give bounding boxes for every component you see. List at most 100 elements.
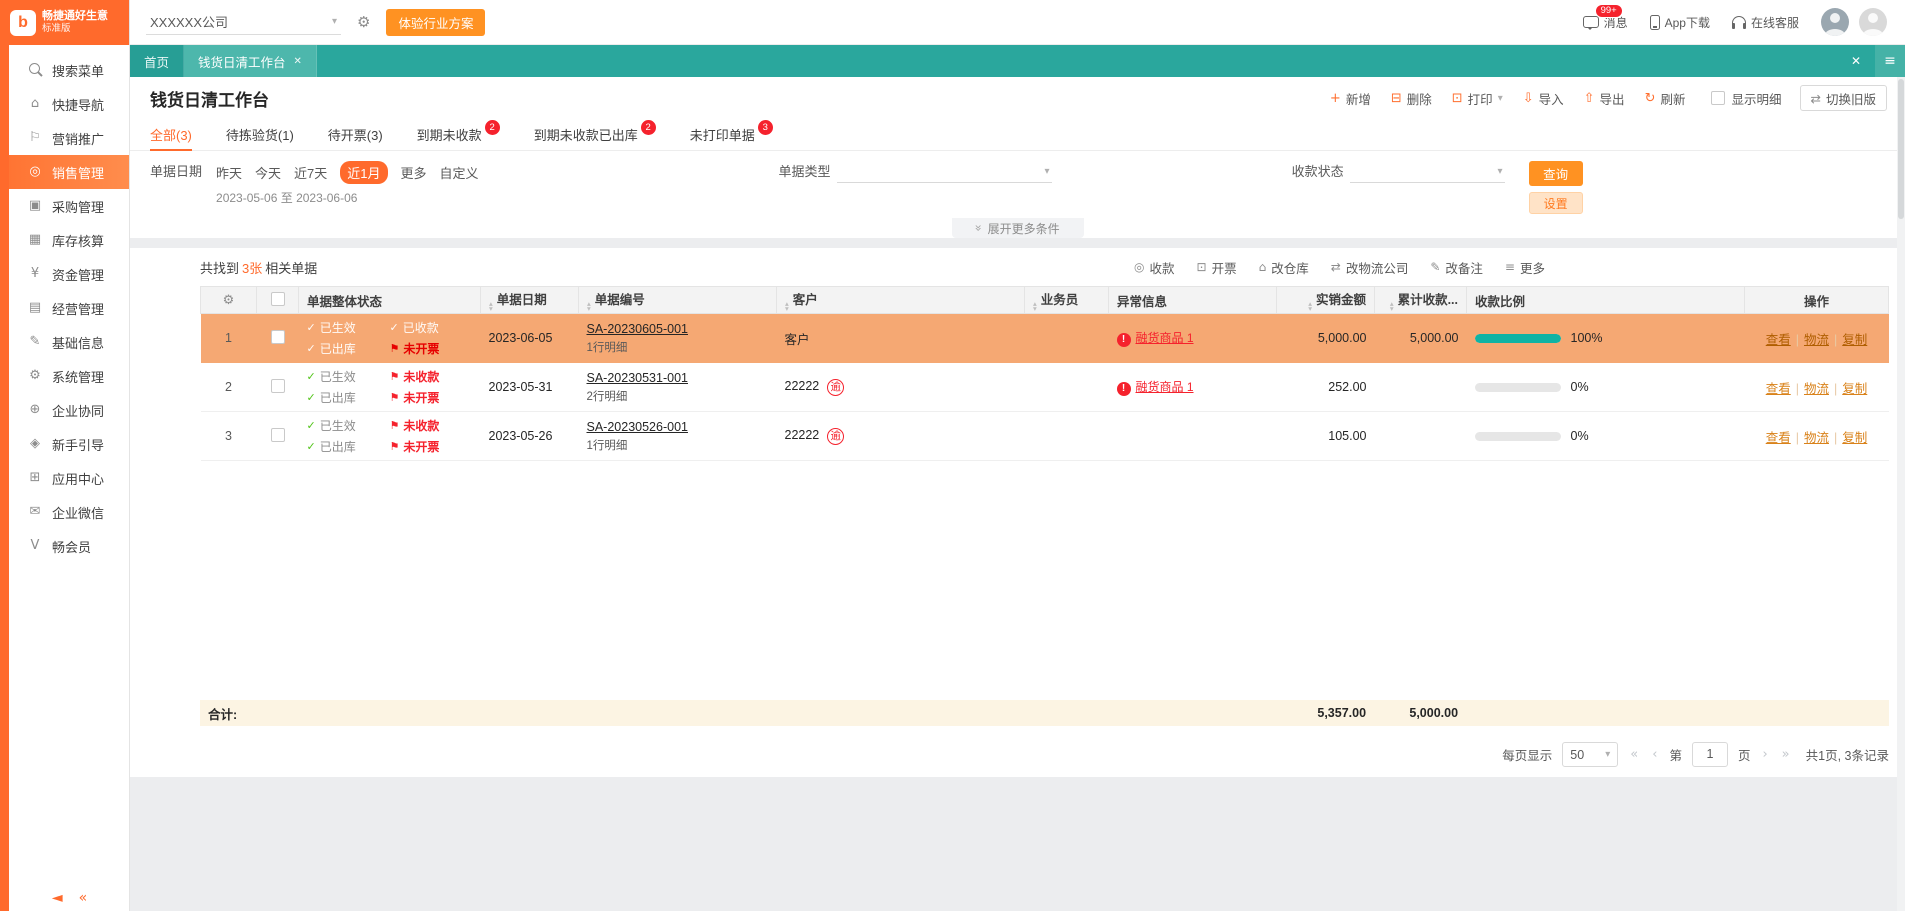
invoice-action[interactable]: ⊡开票 xyxy=(1197,258,1237,277)
select-all-checkbox[interactable] xyxy=(271,292,285,306)
doc-number-link[interactable]: SA-20230605-001 xyxy=(587,322,688,336)
payment-status-select[interactable]: ▾ xyxy=(1350,161,1505,183)
sidebar-item-14[interactable]: V畅会员 xyxy=(0,529,129,563)
row-checkbox[interactable] xyxy=(271,379,285,393)
sidebar-item-7[interactable]: ▤经营管理 xyxy=(0,291,129,325)
table-row-2[interactable]: 2✓已生效⚑未收款✓已出库⚑未开票2023-05-31SA-20230531-0… xyxy=(201,363,1889,412)
plus-button[interactable]: +新增 xyxy=(1330,89,1371,108)
flag-icon: ⚑ xyxy=(390,440,400,453)
secondary-avatar[interactable] xyxy=(1859,8,1887,36)
sidebar-item-12[interactable]: ⊞应用中心 xyxy=(0,461,129,495)
workspace-tab-0[interactable]: 首页 xyxy=(130,45,184,77)
printer-button[interactable]: ⊡打印▾ xyxy=(1452,89,1503,108)
sidebar-item-8[interactable]: ✎基础信息 xyxy=(0,325,129,359)
doc-number-link[interactable]: SA-20230526-001 xyxy=(587,420,688,434)
warehouse-action[interactable]: ⌂改仓库 xyxy=(1259,258,1309,277)
sidebar-item-1[interactable]: ⌂快捷导航 xyxy=(0,87,129,121)
announcement-icon[interactable]: ◄ xyxy=(52,890,63,906)
app-logo[interactable]: b 畅捷通好生意 标准版 xyxy=(0,0,129,45)
receive-action[interactable]: ◎收款 xyxy=(1134,258,1175,277)
date-option-4[interactable]: 更多 xyxy=(401,163,427,182)
row-checkbox[interactable] xyxy=(271,330,285,344)
show-detail-checkbox[interactable] xyxy=(1711,91,1725,105)
status-tab-4[interactable]: 到期未收款已出库2 xyxy=(534,119,656,150)
sidebar-item-0[interactable]: 搜索菜单 xyxy=(0,53,129,87)
user-avatar[interactable] xyxy=(1821,8,1849,36)
refresh-button[interactable]: ↻刷新 xyxy=(1645,89,1686,108)
online-service-button[interactable]: 在线客服 xyxy=(1732,14,1799,31)
table-settings-header[interactable]: ⚙ xyxy=(201,287,257,314)
row-action-1[interactable]: 物流 xyxy=(1804,333,1829,347)
abnormal-link[interactable]: 融货商品 1 xyxy=(1136,331,1194,345)
table-row-3[interactable]: 3✓已生效⚑未收款✓已出库⚑未开票2023-05-26SA-20230526-0… xyxy=(201,412,1889,461)
date-option-3[interactable]: 近1月 xyxy=(340,161,387,184)
row-action-0[interactable]: 查看 xyxy=(1766,382,1791,396)
date-option-1[interactable]: 今天 xyxy=(255,163,281,182)
column-header-3[interactable]: ▴▾客户 xyxy=(777,287,1025,314)
settings-button[interactable]: 设置 xyxy=(1529,192,1583,214)
doc-type-select[interactable]: ▾ xyxy=(837,161,1052,183)
row-action-2[interactable]: 复制 xyxy=(1842,382,1867,396)
row-checkbox[interactable] xyxy=(271,428,285,442)
row-action-2[interactable]: 复制 xyxy=(1842,333,1867,347)
sidebar-item-10[interactable]: ⊕企业协同 xyxy=(0,393,129,427)
company-selector[interactable]: XXXXXX公司 ▾ xyxy=(146,9,341,35)
date-option-2[interactable]: 近7天 xyxy=(294,163,327,182)
app-download-button[interactable]: App下载 xyxy=(1650,14,1710,31)
sidebar-item-3[interactable]: ◎销售管理 xyxy=(9,155,129,189)
gear-icon[interactable]: ⚙ xyxy=(357,13,370,31)
switch-old-version-button[interactable]: ⇄ 切换旧版 xyxy=(1800,85,1888,111)
more-action[interactable]: ≡更多 xyxy=(1505,258,1545,277)
status-tab-3[interactable]: 到期未收款2 xyxy=(417,119,500,150)
close-all-tabs-icon[interactable]: ✕ xyxy=(1837,54,1875,68)
close-tab-icon[interactable]: ✕ xyxy=(294,56,302,67)
import-button[interactable]: ⇩导入 xyxy=(1523,89,1564,108)
workspace-tab-1[interactable]: 钱货日清工作台✕ xyxy=(184,45,317,77)
per-page-select[interactable]: 50 ▾ xyxy=(1562,742,1618,767)
sidebar-item-9[interactable]: ⚙系统管理 xyxy=(0,359,129,393)
messages-button[interactable]: 消息 99+ xyxy=(1583,14,1628,31)
status-tab-5[interactable]: 未打印单据3 xyxy=(690,119,773,150)
note-action[interactable]: ✎改备注 xyxy=(1430,258,1483,277)
column-header-2[interactable]: ▴▾单据编号 xyxy=(579,287,777,314)
column-header-7[interactable]: ▴▾累计收款... xyxy=(1375,287,1467,314)
sidebar-item-11[interactable]: ◈新手引导 xyxy=(0,427,129,461)
sidebar-item-5[interactable]: ▦库存核算 xyxy=(0,223,129,257)
column-header-4[interactable]: ▴▾业务员 xyxy=(1025,287,1109,314)
next-page-icon[interactable]: › xyxy=(1760,747,1769,762)
prev-page-icon[interactable]: ‹ xyxy=(1650,747,1659,762)
export-button[interactable]: ⇧导出 xyxy=(1584,89,1625,108)
page-number-input[interactable]: 1 xyxy=(1692,742,1728,767)
trash-button[interactable]: ⊟删除 xyxy=(1391,89,1432,108)
row-action-1[interactable]: 物流 xyxy=(1804,382,1829,396)
sidebar-item-4[interactable]: ▣采购管理 xyxy=(0,189,129,223)
status-tab-1[interactable]: 待拣验货(1) xyxy=(226,119,294,150)
show-detail-toggle[interactable]: 显示明细 xyxy=(1711,89,1781,108)
collapse-sidebar-icon[interactable]: « xyxy=(79,890,88,906)
status-tab-2[interactable]: 待开票(3) xyxy=(328,119,383,150)
sidebar-item-2[interactable]: ⚐营销推广 xyxy=(0,121,129,155)
sidebar-item-13[interactable]: ✉企业微信 xyxy=(0,495,129,529)
experience-plan-button[interactable]: 体验行业方案 xyxy=(386,9,485,36)
sidebar-item-6[interactable]: ¥资金管理 xyxy=(0,257,129,291)
date-option-5[interactable]: 自定义 xyxy=(440,163,479,182)
row-action-0[interactable]: 查看 xyxy=(1766,431,1791,445)
vertical-scrollbar[interactable] xyxy=(1897,77,1905,911)
date-option-0[interactable]: 昨天 xyxy=(216,163,242,182)
last-page-icon[interactable]: » xyxy=(1780,747,1792,762)
scrollbar-thumb[interactable] xyxy=(1898,79,1904,219)
column-header-6[interactable]: ▴▾实销金额 xyxy=(1277,287,1375,314)
row-action-2[interactable]: 复制 xyxy=(1842,431,1867,445)
first-page-icon[interactable]: « xyxy=(1628,747,1640,762)
query-button[interactable]: 查询 xyxy=(1529,161,1583,186)
doc-number-link[interactable]: SA-20230531-001 xyxy=(587,371,688,385)
table-row-1[interactable]: 1✓已生效✓已收款✓已出库⚑未开票2023-06-05SA-20230605-0… xyxy=(201,314,1889,363)
logistics-action[interactable]: ⇄改物流公司 xyxy=(1331,258,1409,277)
abnormal-link[interactable]: 融货商品 1 xyxy=(1136,380,1194,394)
status-tab-0[interactable]: 全部(3) xyxy=(150,119,192,150)
tab-menu-icon[interactable]: ≡ xyxy=(1875,45,1905,77)
row-action-1[interactable]: 物流 xyxy=(1804,431,1829,445)
expand-more-conditions[interactable]: » 展开更多条件 xyxy=(952,218,1084,238)
column-header-1[interactable]: ▴▾单据日期 xyxy=(481,287,579,314)
row-action-0[interactable]: 查看 xyxy=(1766,333,1791,347)
